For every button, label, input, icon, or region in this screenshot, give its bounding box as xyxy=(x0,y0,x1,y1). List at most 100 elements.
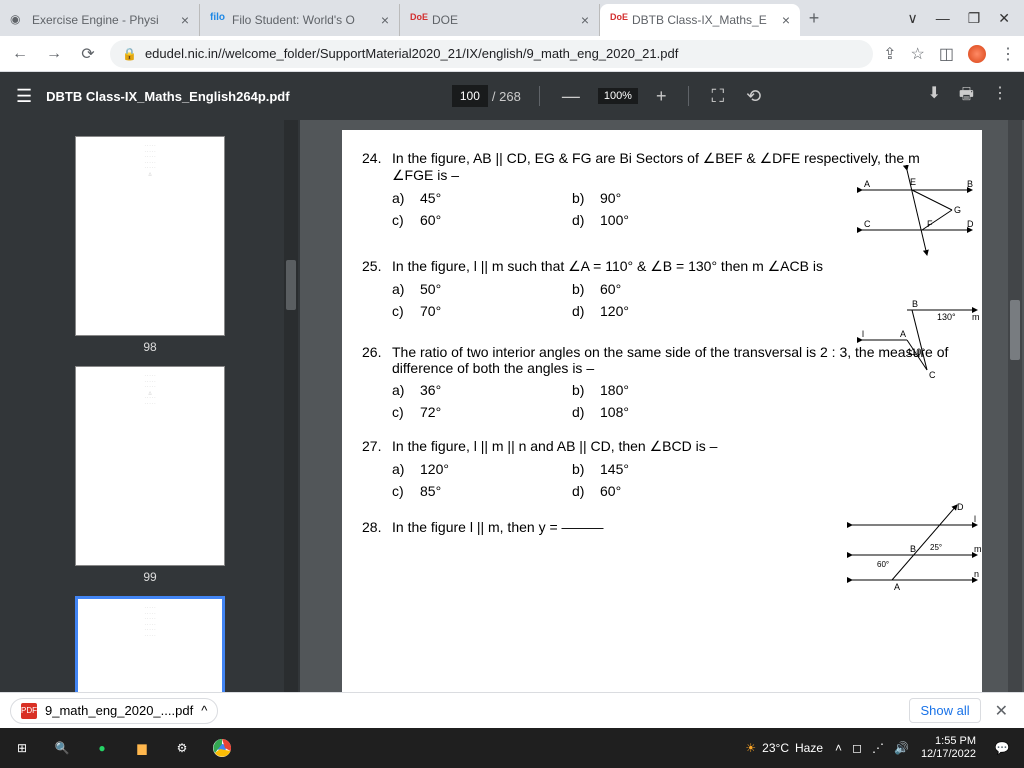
lock-icon: 🔒 xyxy=(122,47,137,61)
system-tray: ˄ ◻ ⋰ 🔊 xyxy=(835,741,909,755)
settings-icon[interactable]: ⚙ xyxy=(168,734,196,762)
close-window-icon[interactable]: ✕ xyxy=(998,10,1010,27)
question-27: 27. In the figure, l || m || n and AB ||… xyxy=(362,438,952,499)
more-icon[interactable]: ⋮ xyxy=(992,83,1008,110)
share-icon[interactable]: ⇪ xyxy=(883,44,896,64)
svg-text:l: l xyxy=(862,329,864,339)
svg-text:A: A xyxy=(864,179,870,189)
clock-date: 12/17/2022 xyxy=(921,748,976,761)
addr-icons: ⇪ ☆ ◫ ⋮ xyxy=(883,44,1016,64)
clock[interactable]: 1:55 PM 12/17/2022 xyxy=(921,735,976,761)
show-all-button[interactable]: Show all xyxy=(909,698,980,723)
chevron-down-icon[interactable]: ∨ xyxy=(907,10,917,27)
svg-text:B: B xyxy=(912,299,918,309)
thumb-label: 99 xyxy=(75,570,225,584)
reload-button[interactable]: ⟳ xyxy=(76,44,100,64)
close-icon[interactable]: × xyxy=(181,12,189,28)
new-tab-button[interactable]: + xyxy=(800,8,828,29)
search-icon[interactable]: 🔍 xyxy=(48,734,76,762)
address-bar: ← → ⟳ 🔒 edudel.nic.in//welcome_folder/Su… xyxy=(0,36,1024,72)
weather-temp: 23°C xyxy=(762,741,789,755)
svg-text:60°: 60° xyxy=(877,560,889,569)
pdf-icon: PDF xyxy=(21,703,37,719)
svg-text:G: G xyxy=(954,205,961,215)
star-icon[interactable]: ☆ xyxy=(911,44,925,64)
thumb-100[interactable]: · · · · ·· · · · ·· · · · ·· · · · ·· · … xyxy=(75,596,225,692)
q-num: 27. xyxy=(362,438,392,455)
forward-button[interactable]: → xyxy=(42,45,66,63)
close-icon[interactable]: × xyxy=(782,12,790,28)
thumb-scrollbar[interactable] xyxy=(284,120,298,692)
wifi-icon[interactable]: ⋰ xyxy=(872,741,884,755)
minimize-icon[interactable]: — xyxy=(936,10,950,27)
pdf-page: 24. In the figure, AB || CD, EG & FG are… xyxy=(342,130,982,692)
url-text: edudel.nic.in//welcome_folder/SupportMat… xyxy=(145,46,678,61)
weather-icon: ☀ xyxy=(745,741,756,755)
rotate-icon[interactable]: ⟲ xyxy=(742,86,765,107)
thumb-99[interactable]: · · · · ·· · · · ·· · · · ·△· · · · ·· ·… xyxy=(75,366,225,584)
notifications-icon[interactable]: 💬 xyxy=(988,734,1016,762)
tab-label: DBTB Class-IX_Maths_E xyxy=(632,13,776,27)
maximize-icon[interactable]: ❐ xyxy=(968,10,981,27)
thumb-label: 98 xyxy=(75,340,225,354)
tray-chevron-icon[interactable]: ˄ xyxy=(835,741,842,755)
page-input[interactable] xyxy=(452,85,488,107)
whatsapp-icon[interactable]: ● xyxy=(88,734,116,762)
q-text: In the figure, l || m || n and AB || CD,… xyxy=(392,438,952,455)
close-shelf-icon[interactable]: ✕ xyxy=(989,701,1014,721)
weather-cond: Haze xyxy=(795,741,823,755)
print-icon[interactable]: 🖶 xyxy=(959,83,974,110)
document-viewport[interactable]: 24. In the figure, AB || CD, EG & FG are… xyxy=(300,120,1024,692)
svg-text:A: A xyxy=(894,582,900,592)
q-num: 26. xyxy=(362,344,392,376)
meet-now-icon[interactable]: ◻ xyxy=(852,741,862,755)
start-button[interactable]: ⊞ xyxy=(8,734,36,762)
question-25: 25. In the figure, l || m such that ∠A =… xyxy=(362,258,952,319)
chevron-up-icon[interactable]: ^ xyxy=(201,703,207,718)
svg-text:B: B xyxy=(967,179,973,189)
hamburger-icon[interactable]: ☰ xyxy=(16,86,32,107)
chrome-icon[interactable] xyxy=(208,734,236,762)
figure-q27: l m n D B 25° 60° A xyxy=(842,500,987,595)
favicon-1: filo xyxy=(210,12,226,28)
tab-1[interactable]: filo Filo Student: World's O × xyxy=(200,4,400,36)
extension-icon[interactable] xyxy=(968,45,986,63)
download-filename: 9_math_eng_2020_....pdf xyxy=(45,703,193,718)
pdf-title: DBTB Class-IX_Maths_English264p.pdf xyxy=(46,89,289,104)
svg-text:110°: 110° xyxy=(907,347,925,357)
url-input[interactable]: 🔒 edudel.nic.in//welcome_folder/SupportM… xyxy=(110,40,873,68)
weather-widget[interactable]: ☀ 23°C Haze xyxy=(745,741,823,755)
volume-icon[interactable]: 🔊 xyxy=(894,741,909,755)
q-num: 24. xyxy=(362,150,392,184)
svg-text:n: n xyxy=(974,569,979,579)
main-area: · · · · ·· · · · ·· · · · ·· · · · ·· · … xyxy=(0,120,1024,692)
question-24: 24. In the figure, AB || CD, EG & FG are… xyxy=(362,150,952,228)
doc-scrollbar[interactable] xyxy=(1008,120,1022,692)
svg-text:25°: 25° xyxy=(930,543,942,552)
q-num: 25. xyxy=(362,258,392,275)
reader-icon[interactable]: ◫ xyxy=(939,44,954,64)
svg-text:D: D xyxy=(957,502,964,512)
download-item[interactable]: PDF 9_math_eng_2020_....pdf ^ xyxy=(10,698,218,724)
tab-0[interactable]: ◉ Exercise Engine - Physi × xyxy=(0,4,200,36)
favicon-0: ◉ xyxy=(10,12,26,28)
back-button[interactable]: ← xyxy=(8,45,32,63)
tab-label: Filo Student: World's O xyxy=(232,13,375,27)
svg-text:l: l xyxy=(974,514,976,524)
zoom-in-button[interactable]: + xyxy=(652,86,671,107)
download-icon[interactable]: ⬇ xyxy=(927,83,940,110)
file-explorer-icon[interactable]: ▆ xyxy=(128,734,156,762)
close-icon[interactable]: × xyxy=(581,12,589,28)
thumbnail-panel[interactable]: · · · · ·· · · · ·· · · · ·· · · · ·· · … xyxy=(0,120,300,692)
svg-text:m: m xyxy=(974,544,982,554)
tab-label: DOE xyxy=(432,13,575,27)
svg-text:D: D xyxy=(967,219,974,229)
thumb-98[interactable]: · · · · ·· · · · ·· · · · ·· · · · ·· · … xyxy=(75,136,225,354)
tab-3[interactable]: DoE DBTB Class-IX_Maths_E × xyxy=(600,4,800,36)
zoom-out-button[interactable]: — xyxy=(558,86,584,107)
browser-titlebar: ◉ Exercise Engine - Physi × filo Filo St… xyxy=(0,0,1024,36)
kebab-icon[interactable]: ⋮ xyxy=(1000,44,1016,64)
fit-page-icon[interactable]: ⛶ xyxy=(707,86,728,107)
close-icon[interactable]: × xyxy=(381,12,389,28)
tab-2[interactable]: DoE DOE × xyxy=(400,4,600,36)
